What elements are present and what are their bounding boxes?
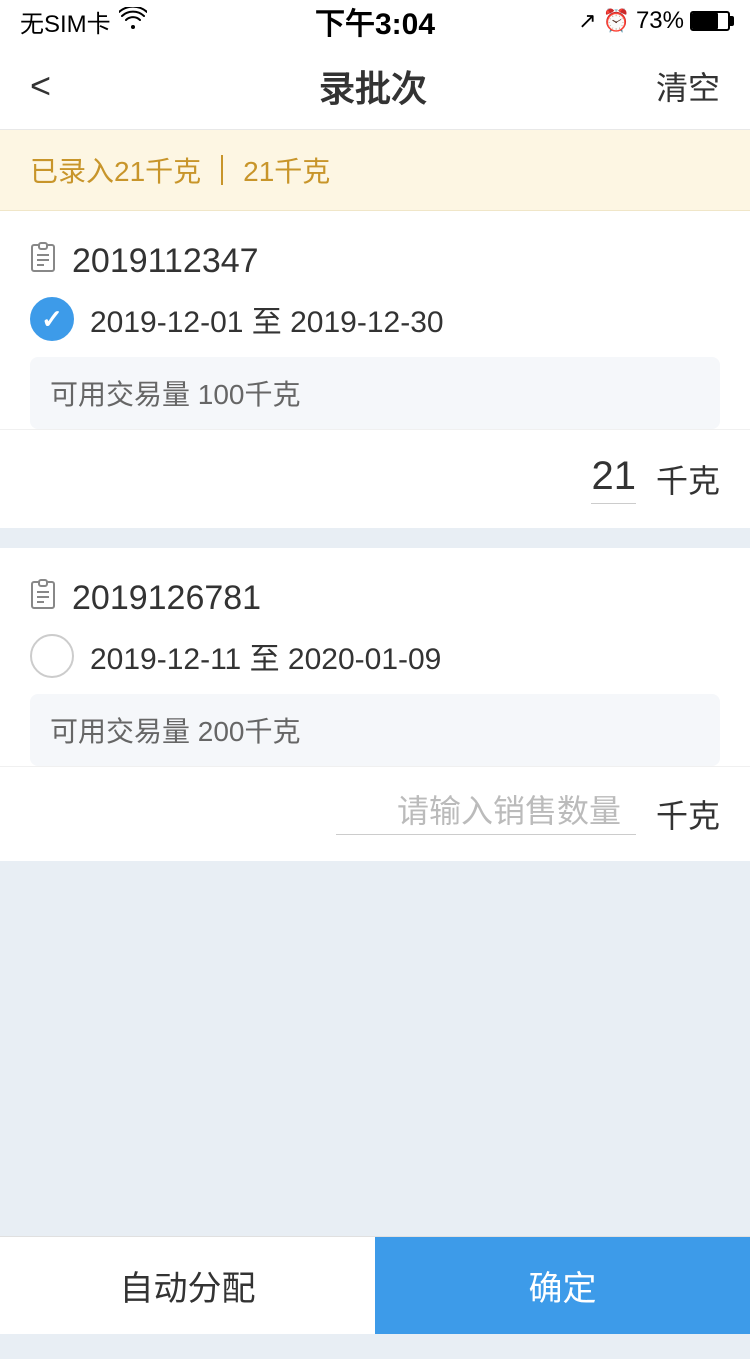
recorded-amount: 21千克 bbox=[243, 150, 330, 190]
page-title: 录批次 bbox=[319, 60, 427, 112]
batch-card-1: 2019112347 2019-12-01 至 2019-12-30 可用交易量… bbox=[0, 211, 750, 429]
batch1-date-row[interactable]: 2019-12-01 至 2019-12-30 bbox=[30, 297, 720, 341]
confirm-button[interactable]: 确定 bbox=[375, 1237, 750, 1334]
status-left: 无SIM卡 bbox=[20, 4, 147, 39]
battery-label: 73% bbox=[636, 7, 684, 35]
clear-button[interactable]: 清空 bbox=[656, 63, 720, 109]
batch2-icon bbox=[30, 578, 62, 618]
battery-icon bbox=[690, 11, 730, 31]
batch1-date: 2019-12-01 至 2019-12-30 bbox=[90, 297, 444, 341]
info-banner: 已录入21千克 21千克 bbox=[0, 130, 750, 211]
auto-distribute-button[interactable]: 自动分配 bbox=[0, 1237, 375, 1334]
batch2-input-row: 千克 bbox=[0, 766, 750, 861]
alarm-icon: ⏰ bbox=[603, 8, 630, 34]
section-divider bbox=[0, 528, 750, 548]
batch1-avail: 可用交易量 100千克 bbox=[30, 357, 720, 429]
empty-area bbox=[0, 861, 750, 1261]
batch1-quantity-row: 21 千克 bbox=[0, 429, 750, 528]
batch2-unit: 千克 bbox=[656, 791, 720, 837]
batch1-radio[interactable] bbox=[30, 297, 74, 341]
location-icon: ↗ bbox=[578, 8, 596, 34]
status-right: ↗ ⏰ 73% bbox=[578, 7, 730, 35]
batch2-id: 2019126781 bbox=[72, 579, 261, 618]
batch2-header: 2019126781 bbox=[30, 578, 720, 618]
batch2-radio[interactable] bbox=[30, 634, 74, 678]
batch1-header: 2019112347 bbox=[30, 241, 720, 281]
info-divider bbox=[221, 155, 223, 185]
batch2-date: 2019-12-11 至 2020-01-09 bbox=[90, 634, 441, 678]
batch1-quantity-unit: 千克 bbox=[656, 456, 720, 502]
batch-card-2: 2019126781 2019-12-11 至 2020-01-09 可用交易量… bbox=[0, 548, 750, 766]
batch1-icon bbox=[30, 241, 62, 281]
batch2-avail: 可用交易量 200千克 bbox=[30, 694, 720, 766]
batch1-quantity-value[interactable]: 21 bbox=[591, 454, 636, 504]
recorded-label: 已录入21千克 bbox=[30, 150, 201, 190]
nav-bar: < 录批次 清空 bbox=[0, 42, 750, 130]
sales-quantity-input[interactable] bbox=[336, 793, 636, 835]
batch1-id: 2019112347 bbox=[72, 242, 259, 281]
bottom-bar: 自动分配 确定 bbox=[0, 1236, 750, 1334]
content-area: 2019112347 2019-12-01 至 2019-12-30 可用交易量… bbox=[0, 211, 750, 1359]
status-bar: 无SIM卡 下午3:04 ↗ ⏰ 73% bbox=[0, 0, 750, 42]
wifi-icon bbox=[119, 7, 147, 36]
carrier-label: 无SIM卡 bbox=[20, 4, 111, 39]
batch2-date-row[interactable]: 2019-12-11 至 2020-01-09 bbox=[30, 634, 720, 678]
back-button[interactable]: < bbox=[30, 65, 90, 107]
status-time: 下午3:04 bbox=[315, 0, 435, 43]
